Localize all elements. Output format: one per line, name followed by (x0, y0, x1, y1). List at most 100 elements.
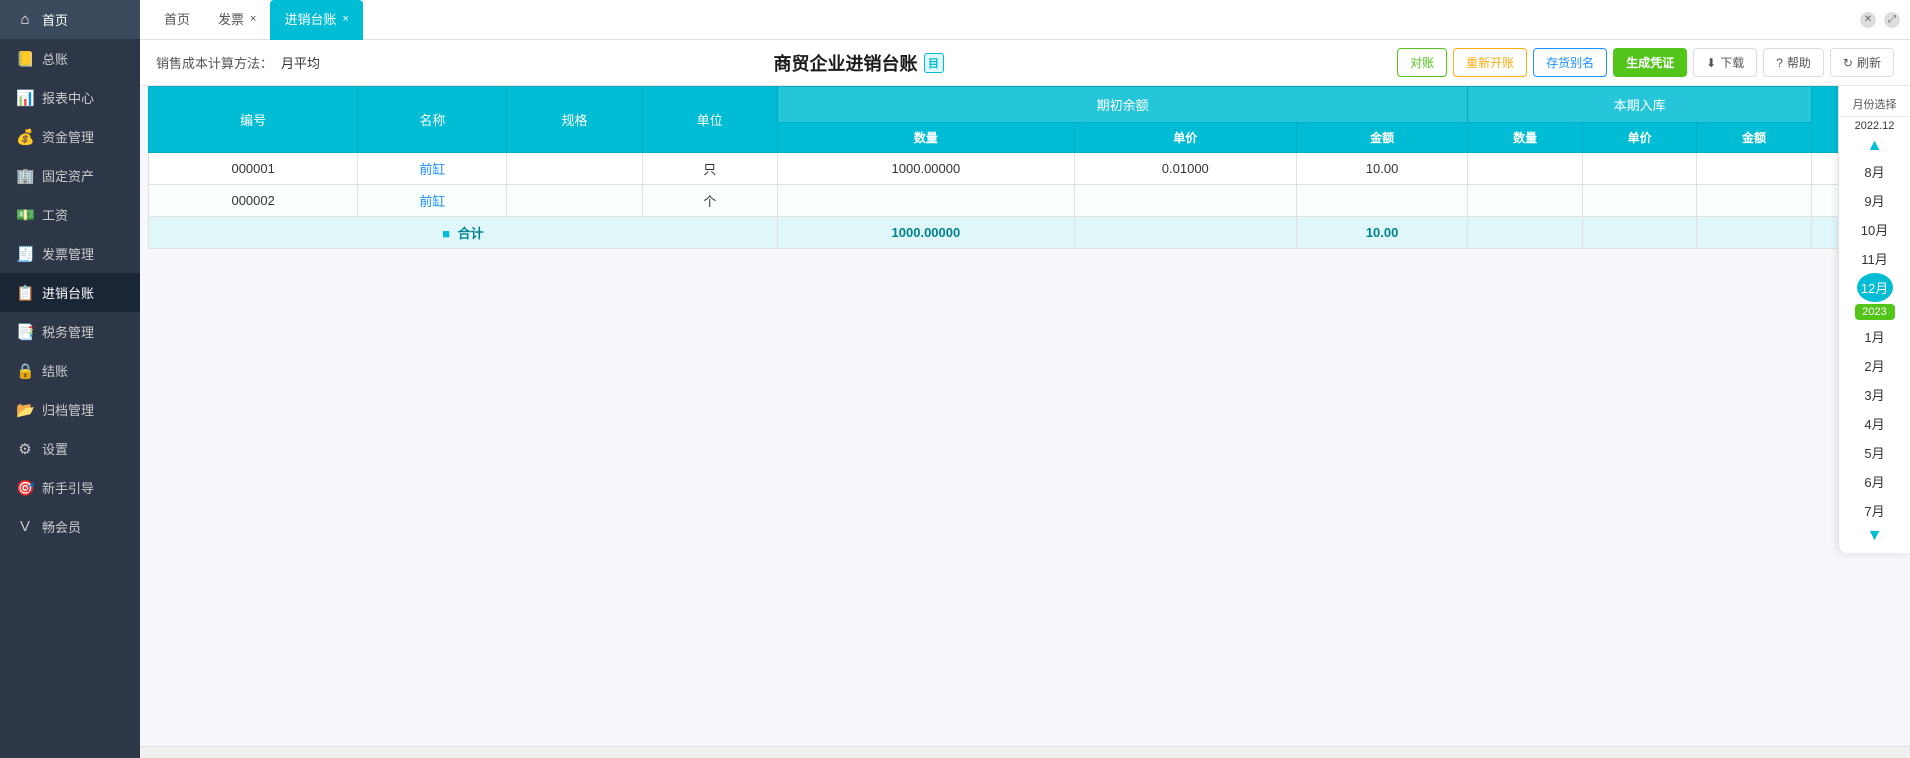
month-item-3[interactable]: 3月 (1839, 380, 1910, 409)
sidebar-item-assets[interactable]: 🏢 固定资产 (0, 156, 140, 195)
sidebar-item-settings[interactable]: ⚙ 设置 (0, 429, 140, 468)
sidebar-item-payroll[interactable]: 💵 工资 (0, 195, 140, 234)
sidebar-item-ledger[interactable]: 📒 总账 (0, 39, 140, 78)
maximize-window-button[interactable]: ⤢ (1884, 12, 1900, 28)
sidebar-item-tax[interactable]: 📑 税务管理 (0, 312, 140, 351)
month-item-7[interactable]: 7月 (1839, 496, 1910, 525)
cell-danwei: 只 (642, 153, 777, 185)
sidebar-item-archive[interactable]: 📂 归档管理 (0, 390, 140, 429)
sidebar-item-guide[interactable]: 🎯 新手引导 (0, 468, 140, 507)
total-qichu-danjia (1074, 217, 1296, 249)
month-panel-title: 月份选择 (1839, 92, 1910, 117)
month-item-4[interactable]: 4月 (1839, 409, 1910, 438)
close-window-button[interactable]: ✕ (1860, 12, 1876, 28)
month-item-9[interactable]: 9月 (1839, 186, 1910, 215)
sidebar-item-label: 报表中心 (42, 88, 94, 107)
table-header-row-1: 编号 名称 规格 单位 期初余额 本期入库 数 (149, 87, 1902, 123)
sidebar-item-home[interactable]: ⌂ 首页 (0, 0, 140, 39)
cell-danwei: 个 (642, 185, 777, 217)
shengcheng-button[interactable]: 生成凭证 (1613, 48, 1687, 77)
month-item-5[interactable]: 5月 (1839, 438, 1910, 467)
duizhang-button[interactable]: 对账 (1397, 48, 1447, 77)
cell-ruku-shuliang (1468, 153, 1582, 185)
cunwei-button[interactable]: 存货别名 (1533, 48, 1607, 77)
cost-method-label: 销售成本计算方法： (156, 53, 273, 72)
download-button[interactable]: ⬇ 下载 (1693, 48, 1757, 77)
month-nav-down-button[interactable]: ▼ (1865, 525, 1885, 547)
sidebar-item-label: 新手引导 (42, 478, 94, 497)
table-total-row: ■ 合计 1000.00000 10.00 (149, 217, 1902, 249)
help-label: 帮助 (1787, 54, 1811, 71)
cell-ruku-danjia (1582, 185, 1696, 217)
close-invoice-tab-button[interactable]: × (250, 13, 256, 25)
total-ruku-shuliang (1468, 217, 1582, 249)
cell-qichu-danjia (1074, 185, 1296, 217)
sidebar: ⌂ 首页 📒 总账 📊 报表中心 💰 资金管理 🏢 固定资产 💵 工资 🧾 发票… (0, 0, 140, 758)
table-wrapper: 编号 名称 规格 单位 期初余额 本期入库 数 数量 单价 金额 数量 单价 (140, 86, 1910, 746)
sidebar-item-funds[interactable]: 💰 资金管理 (0, 117, 140, 156)
col-bianhao: 编号 (149, 87, 358, 153)
sidebar-item-label: 结账 (42, 361, 68, 380)
col-qichu-shuliang: 数量 (777, 123, 1074, 153)
tax-icon: 📑 (16, 323, 34, 341)
total-qichu-shuliang: 1000.00000 (777, 217, 1074, 249)
month-nav-up-button[interactable]: ▲ (1865, 135, 1885, 157)
month-item-10[interactable]: 10月 (1839, 215, 1910, 244)
col-ruku-jine: 金额 (1697, 123, 1811, 153)
reports-icon: 📊 (16, 89, 34, 107)
home-icon: ⌂ (16, 11, 34, 28)
month-item-2[interactable]: 2月 (1839, 351, 1910, 380)
sidebar-item-label: 固定资产 (42, 166, 94, 185)
cell-ruku-jine (1697, 153, 1811, 185)
table-row: 000001 前缸 只 1000.00000 0.01000 10.00 (149, 153, 1902, 185)
cell-qichu-jine: 10.00 (1296, 153, 1468, 185)
mingcheng-link[interactable]: 前缸 (419, 162, 445, 177)
sidebar-item-label: 设置 (42, 439, 68, 458)
toolbar-buttons: 对账 重新开账 存货别名 生成凭证 ⬇ 下载 ? 帮助 ↻ 刷新 (1397, 48, 1894, 77)
total-icon: ■ (442, 226, 450, 241)
title-info-icon[interactable]: 目 (924, 53, 944, 73)
cell-qichu-shuliang: 1000.00000 (777, 153, 1074, 185)
tab-home[interactable]: 首页 (150, 0, 204, 40)
total-label: 合计 (458, 226, 484, 241)
sidebar-item-purchase-sales[interactable]: 📋 进销台账 (0, 273, 140, 312)
mingcheng-link[interactable]: 前缸 (419, 194, 445, 209)
tabs-bar: 首页 发票 × 进销台账 × ✕ ⤢ (140, 0, 1910, 40)
sidebar-item-label: 进销台账 (42, 283, 94, 302)
tab-invoice[interactable]: 发票 × (204, 0, 270, 40)
cell-qichu-shuliang (777, 185, 1074, 217)
sidebar-item-reports[interactable]: 📊 报表中心 (0, 78, 140, 117)
invoice-mgmt-icon: 🧾 (16, 245, 34, 263)
ledger-icon: 📒 (16, 50, 34, 68)
funds-icon: 💰 (16, 128, 34, 146)
cost-method-value: 月平均 (281, 53, 320, 72)
col-ruku-danjia: 单价 (1582, 123, 1696, 153)
cell-mingcheng: 前缸 (358, 185, 507, 217)
sidebar-item-label: 工资 (42, 205, 68, 224)
chongxin-button[interactable]: 重新开账 (1453, 48, 1527, 77)
horizontal-scrollbar[interactable] (140, 746, 1910, 758)
settings-icon: ⚙ (16, 440, 34, 458)
sidebar-item-invoice-mgmt[interactable]: 🧾 发票管理 (0, 234, 140, 273)
month-item-6[interactable]: 6月 (1839, 467, 1910, 496)
close-purchase-sales-tab-button[interactable]: × (342, 13, 348, 25)
tab-invoice-label: 发票 (218, 9, 244, 28)
cell-qichu-jine (1296, 185, 1468, 217)
refresh-icon: ↻ (1843, 56, 1853, 70)
cell-bianhao: 000001 (149, 153, 358, 185)
closing-icon: 🔒 (16, 362, 34, 380)
month-item-12[interactable]: 12月 (1857, 273, 1893, 302)
tab-purchase-sales[interactable]: 进销台账 × (270, 0, 362, 40)
total-label-cell: ■ 合计 (149, 217, 778, 249)
member-icon: V (16, 518, 34, 535)
sidebar-item-closing[interactable]: 🔒 结账 (0, 351, 140, 390)
month-item-1[interactable]: 1月 (1839, 322, 1910, 351)
col-danwei: 单位 (642, 87, 777, 153)
month-item-8[interactable]: 8月 (1839, 157, 1910, 186)
cell-ruku-jine (1697, 185, 1811, 217)
month-item-11[interactable]: 11月 (1839, 244, 1910, 273)
col-qichu-danjia: 单价 (1074, 123, 1296, 153)
sidebar-item-member[interactable]: V 畅会员 (0, 507, 140, 546)
refresh-button[interactable]: ↻ 刷新 (1830, 48, 1894, 77)
help-button[interactable]: ? 帮助 (1763, 48, 1824, 77)
